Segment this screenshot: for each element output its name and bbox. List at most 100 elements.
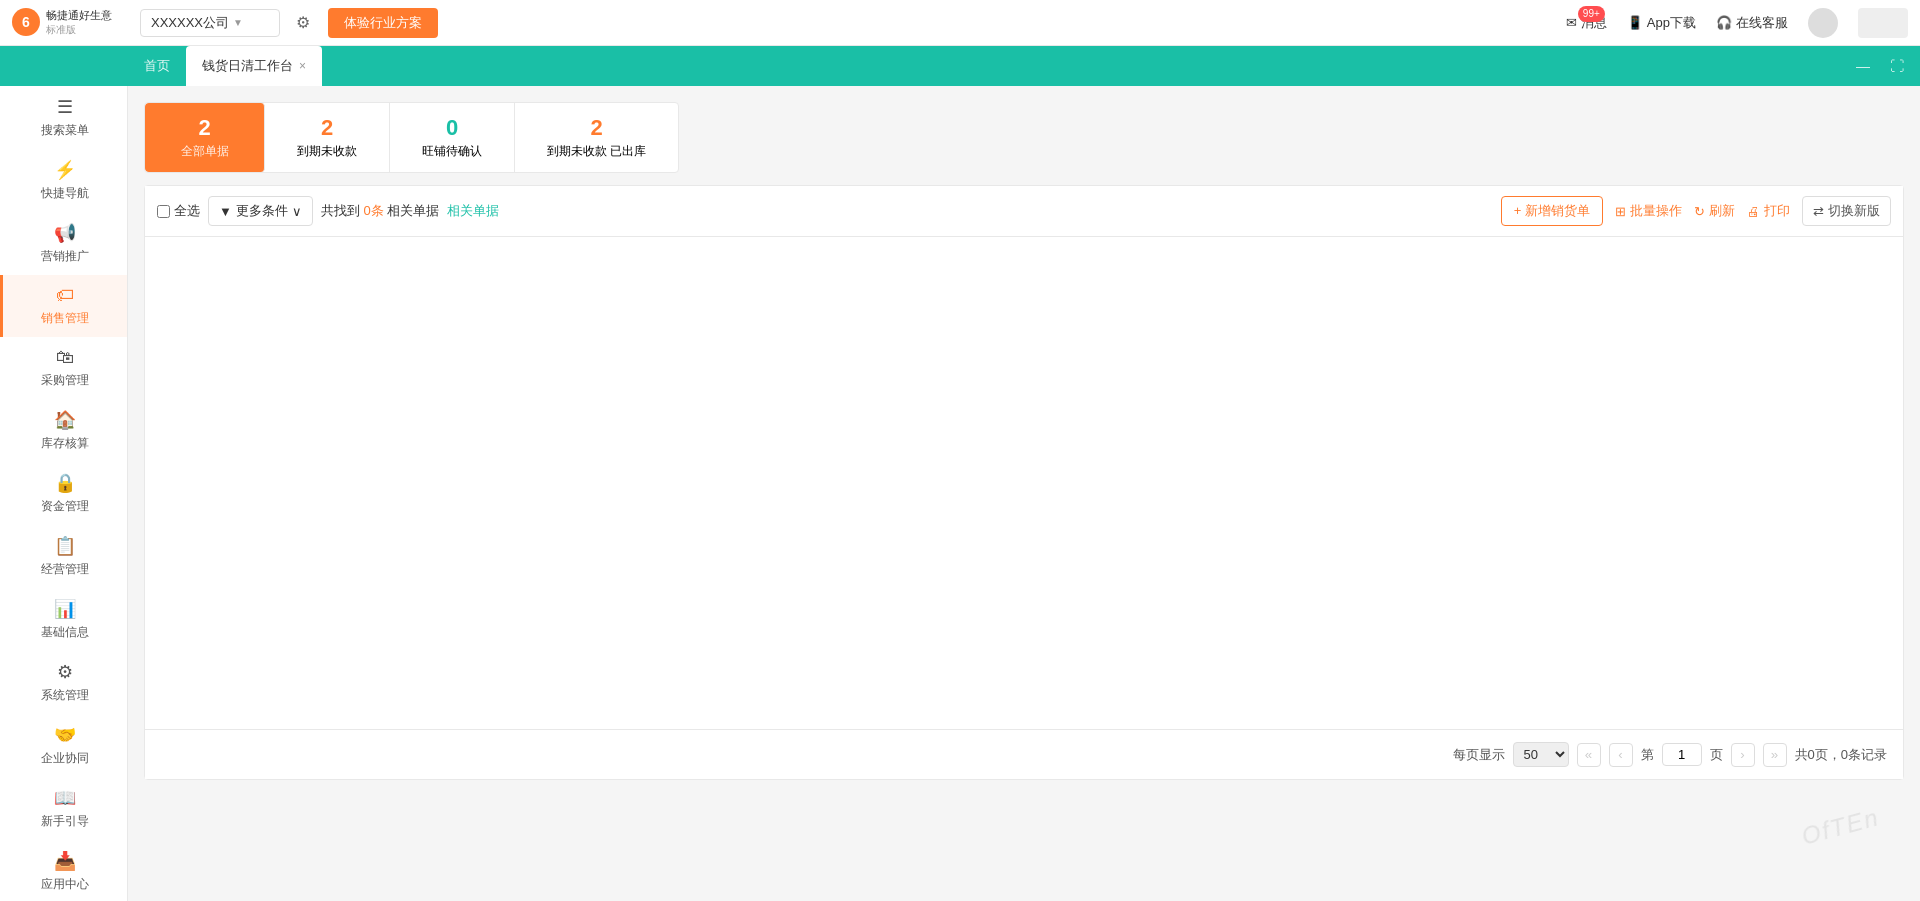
found-count: 0条 [364, 203, 384, 218]
data-area [145, 249, 1903, 729]
batch-button[interactable]: ⊞ 批量操作 [1615, 202, 1682, 220]
minimize-button[interactable]: — [1850, 56, 1876, 76]
last-page-button[interactable]: » [1763, 743, 1787, 767]
sidebar-label-purchase: 采购管理 [41, 372, 89, 389]
system-icon: ⚙ [57, 661, 73, 683]
download-icon: 📱 [1627, 15, 1643, 30]
sidebar-label-quick-nav: 快捷导航 [41, 185, 89, 202]
sidebar-label-guide: 新手引导 [41, 813, 89, 830]
guide-icon: 📖 [54, 787, 76, 809]
marketing-icon: 📢 [54, 222, 76, 244]
print-icon: 🖨 [1747, 204, 1760, 219]
chevron-down-icon: ▼ [233, 17, 243, 28]
summary-card-pending[interactable]: 0 旺铺待确认 [390, 103, 515, 172]
sidebar-item-inventory[interactable]: 🏠 库存核算 [0, 399, 127, 462]
related-link[interactable]: 相关单据 [447, 202, 499, 220]
summary-card-all[interactable]: 2 全部单据 [145, 103, 265, 172]
all-count: 2 [198, 115, 210, 141]
select-all-checkbox[interactable]: 全选 [157, 202, 200, 220]
summary-card-overdue[interactable]: 2 到期未收款 [265, 103, 390, 172]
operation-icon: 📋 [54, 535, 76, 557]
sidebar-item-search-menu[interactable]: ☰ 搜索菜单 [0, 86, 127, 149]
sidebar-label-operation: 经营管理 [41, 561, 89, 578]
sidebar-label-finance: 资金管理 [41, 498, 89, 515]
filter-icon: ▼ [219, 204, 232, 219]
app-name: 畅捷通好生意 [46, 8, 112, 22]
sidebar-item-purchase[interactable]: 🛍 采购管理 [0, 337, 127, 399]
sidebar-label-search-menu: 搜索菜单 [41, 122, 89, 139]
online-service-button[interactable]: 🎧 在线客服 [1716, 14, 1788, 32]
print-button[interactable]: 🖨 打印 [1747, 202, 1790, 220]
sidebar-item-operation[interactable]: 📋 经营管理 [0, 525, 127, 588]
settings-button[interactable]: ⚙ [288, 8, 318, 38]
base-info-icon: 📊 [54, 598, 76, 620]
next-page-button[interactable]: › [1731, 743, 1755, 767]
sidebar-item-guide[interactable]: 📖 新手引导 [0, 777, 127, 840]
tab-home[interactable]: 首页 [128, 46, 186, 86]
first-page-button[interactable]: « [1577, 743, 1601, 767]
tab-close-icon[interactable]: × [299, 59, 306, 73]
sidebar-item-quick-nav[interactable]: ⚡ 快捷导航 [0, 149, 127, 212]
toolbar-right: + 新增销货单 ⊞ 批量操作 ↻ 刷新 🖨 打印 ⇄ 切换新版 [1501, 196, 1891, 226]
toolbar: 全选 ▼ 更多条件 ∨ 共找到 0条 相关单据 相关单据 + 新增销货单 ⊞ [145, 186, 1903, 237]
per-page-select[interactable]: 50 100 200 [1513, 742, 1569, 767]
batch-icon: ⊞ [1615, 204, 1626, 219]
switch-icon: ⇄ [1813, 204, 1824, 219]
maximize-button[interactable]: ⛶ [1884, 56, 1910, 76]
enterprise-icon: 🤝 [54, 724, 76, 746]
sidebar-label-system: 系统管理 [41, 687, 89, 704]
main-content: 2 全部单据 2 到期未收款 0 旺铺待确认 2 到期未收款 已出库 全选 [128, 86, 1920, 901]
summary-card-overdue-out[interactable]: 2 到期未收款 已出库 [515, 103, 678, 172]
summary-cards: 2 全部单据 2 到期未收款 0 旺铺待确认 2 到期未收款 已出库 [144, 102, 679, 173]
sidebar-label-enterprise: 企业协同 [41, 750, 89, 767]
select-all-input[interactable] [157, 205, 170, 218]
overdue-out-label: 到期未收款 已出库 [547, 143, 646, 160]
sidebar-label-inventory: 库存核算 [41, 435, 89, 452]
sidebar-item-base-info[interactable]: 📊 基础信息 [0, 588, 127, 651]
sidebar-label-marketing: 营销推广 [41, 248, 89, 265]
sidebar-item-enterprise[interactable]: 🤝 企业协同 [0, 714, 127, 777]
prev-page-button[interactable]: ‹ [1609, 743, 1633, 767]
overdue-count: 2 [321, 115, 333, 141]
tab-controls: — ⛶ [1850, 56, 1920, 76]
sidebar-item-finance[interactable]: 🔒 资金管理 [0, 462, 127, 525]
new-sales-button[interactable]: + 新增销货单 [1501, 196, 1603, 226]
app-center-icon: 📥 [54, 850, 76, 872]
sidebar-item-app-center[interactable]: 📥 应用中心 [0, 840, 127, 901]
company-selector[interactable]: XXXXXX公司 ▼ [140, 9, 280, 37]
pending-label: 旺铺待确认 [422, 143, 482, 160]
page-input[interactable] [1662, 743, 1702, 766]
top-header: 6 畅捷通好生意 标准版 XXXXXX公司 ▼ ⚙ 体验行业方案 ✉ 消息 99… [0, 0, 1920, 46]
switch-version-button[interactable]: ⇄ 切换新版 [1802, 196, 1891, 226]
inventory-icon: 🏠 [54, 409, 76, 431]
logo-area: 6 畅捷通好生意 标准版 [12, 8, 140, 36]
message-button[interactable]: ✉ 消息 99+ [1566, 14, 1607, 32]
found-text: 共找到 0条 相关单据 [321, 202, 439, 220]
pagination: 每页显示 50 100 200 « ‹ 第 页 › » 共0页，0条记录 [145, 729, 1903, 779]
search-menu-icon: ☰ [57, 96, 73, 118]
service-icon: 🎧 [1716, 15, 1732, 30]
trial-button[interactable]: 体验行业方案 [328, 8, 438, 38]
per-page-label: 每页显示 [1453, 746, 1505, 764]
filter-chevron-icon: ∨ [292, 204, 302, 219]
page-prefix: 第 [1641, 746, 1654, 764]
refresh-button[interactable]: ↻ 刷新 [1694, 202, 1735, 220]
sidebar-item-marketing[interactable]: 📢 营销推广 [0, 212, 127, 275]
overdue-label: 到期未收款 [297, 143, 357, 160]
refresh-icon: ↻ [1694, 204, 1705, 219]
filter-button[interactable]: ▼ 更多条件 ∨ [208, 196, 313, 226]
sidebar: ☰ 搜索菜单 ⚡ 快捷导航 📢 营销推广 🏷 销售管理 🛍 采购管理 🏠 库存核… [0, 86, 128, 901]
overdue-out-count: 2 [591, 115, 603, 141]
app-download-button[interactable]: 📱 App下载 [1627, 14, 1696, 32]
message-icon: ✉ [1566, 15, 1577, 30]
user-name[interactable] [1858, 8, 1908, 38]
avatar[interactable] [1808, 8, 1838, 38]
page-suffix: 页 [1710, 746, 1723, 764]
tab-active[interactable]: 钱货日清工作台 × [186, 46, 322, 86]
all-label: 全部单据 [181, 143, 229, 160]
sidebar-item-sales[interactable]: 🏷 销售管理 [0, 275, 127, 337]
sidebar-item-system[interactable]: ⚙ 系统管理 [0, 651, 127, 714]
sidebar-label-app-center: 应用中心 [41, 876, 89, 893]
pending-count: 0 [446, 115, 458, 141]
sidebar-label-base-info: 基础信息 [41, 624, 89, 641]
